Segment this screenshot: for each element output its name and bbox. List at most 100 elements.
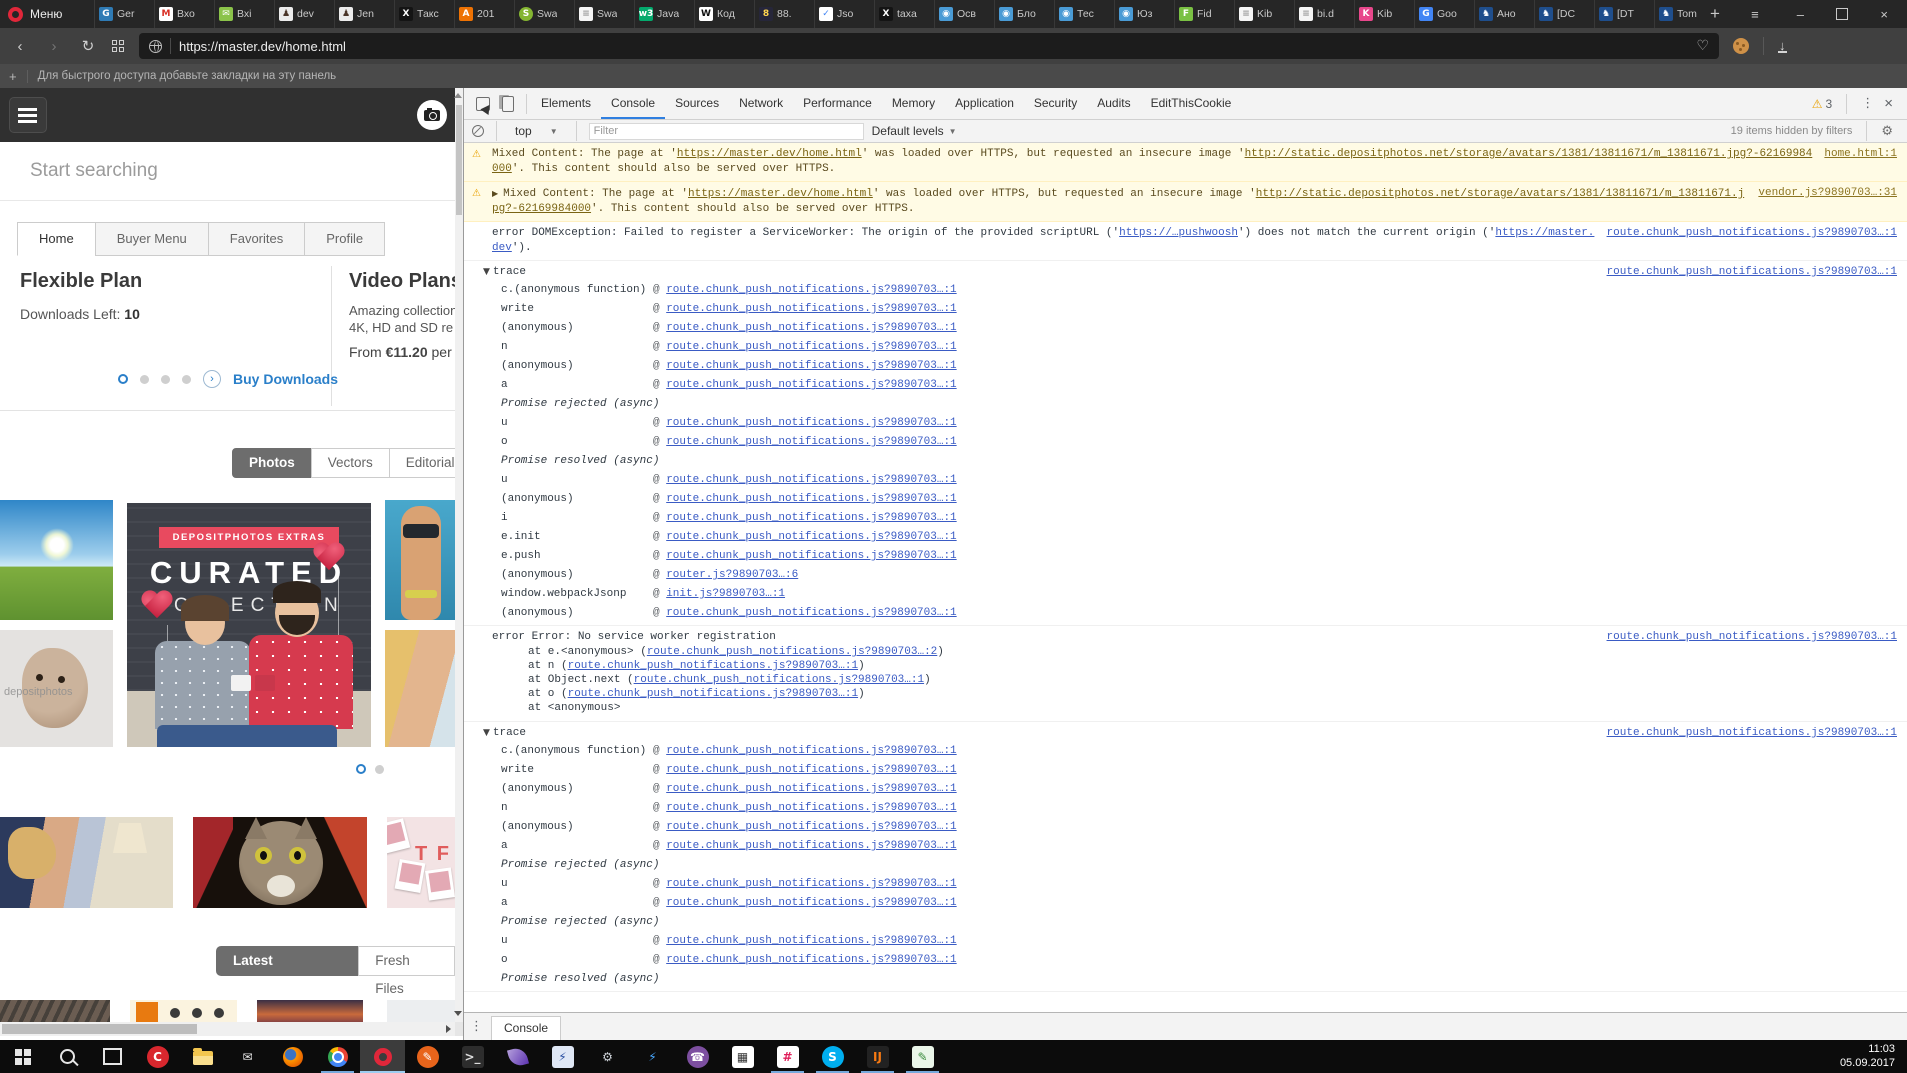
stack-frame-link[interactable]: route.chunk_push_notifications.js?989070… — [666, 303, 956, 315]
speed-dial-icon[interactable] — [112, 39, 125, 53]
site-logo[interactable] — [417, 100, 447, 130]
expand-caret-icon[interactable]: ▶ — [492, 189, 498, 198]
stack-frame-link[interactable]: route.chunk_push_notifications.js?989070… — [666, 878, 956, 890]
source-location-link[interactable]: route.chunk_push_notifications.js?989070… — [1607, 630, 1897, 645]
devtools-tab-elements[interactable]: Elements — [531, 88, 601, 119]
site-security-icon[interactable] — [149, 39, 162, 53]
collapse-caret-icon[interactable]: ▼ — [483, 728, 490, 738]
taskbar-clock[interactable]: 11:03 05.09.2017 — [1840, 1040, 1907, 1073]
scroll-down-arrow[interactable] — [454, 1011, 462, 1016]
browser-tab[interactable]: G Goo — [1415, 0, 1475, 28]
carousel-dot[interactable] — [118, 374, 128, 384]
browser-tab[interactable]: M Вхо — [155, 0, 215, 28]
window-close-button[interactable]: × — [1874, 7, 1894, 22]
photo-thumbnail-landscape[interactable] — [0, 500, 113, 620]
maximize-button[interactable] — [1836, 8, 1849, 20]
carousel-dot[interactable] — [356, 764, 366, 774]
browser-menu-button[interactable]: Меню — [0, 0, 95, 28]
taskbar-wheel-app[interactable]: ⚙ — [585, 1040, 630, 1073]
scroll-right-arrow[interactable] — [446, 1025, 451, 1033]
taskbar-mail[interactable]: ✉ — [225, 1040, 270, 1073]
stack-frame-link[interactable]: route.chunk_push_notifications.js?989070… — [666, 284, 956, 296]
taskbar-orange-paint-app[interactable]: ✎ — [405, 1040, 450, 1073]
page-tab-buyer-menu[interactable]: Buyer Menu — [94, 222, 209, 256]
taskbar-explorer[interactable] — [180, 1040, 225, 1073]
carousel-next-icon[interactable]: › — [203, 370, 221, 388]
log-levels-selector[interactable]: Default levels ▼ — [872, 124, 957, 138]
stack-frame-link[interactable]: route.chunk_push_notifications.js?989070… — [666, 512, 956, 524]
stack-frame-link[interactable]: route.chunk_push_notifications.js?989070… — [666, 493, 956, 505]
taskbar-firefox[interactable] — [270, 1040, 315, 1073]
stack-frame-link[interactable]: route.chunk_push_notifications.js?989070… — [666, 607, 956, 619]
tab-menu-icon[interactable]: ≡ — [1745, 7, 1765, 22]
stack-frame-link[interactable]: route.chunk_push_notifications.js?989070… — [666, 550, 956, 562]
taskbar-skype[interactable]: S — [810, 1040, 855, 1073]
source-location-link[interactable]: home.html:1 — [1824, 147, 1897, 162]
cookie-extension-icon[interactable] — [1733, 38, 1749, 54]
photo-thumbnail-collage[interactable]: T F — [387, 817, 455, 908]
stack-frame-link[interactable]: route.chunk_push_notifications.js?989070… — [666, 764, 956, 776]
taskbar-setup-app[interactable]: ⚡ — [540, 1040, 585, 1073]
browser-tab[interactable]: ◉ Юз — [1115, 0, 1175, 28]
drawer-tab-console[interactable]: Console — [491, 1016, 562, 1040]
taskbar-command-prompt[interactable]: >_ — [450, 1040, 495, 1073]
photo-thumbnail-model[interactable] — [0, 817, 173, 908]
stack-frame-link[interactable]: route.chunk_push_notifications.js?989070… — [568, 660, 858, 672]
stack-frame-link[interactable]: route.chunk_push_notifications.js?989070… — [666, 954, 956, 966]
console-filter-input[interactable] — [588, 122, 864, 140]
horizontal-scroll-thumb[interactable] — [2, 1024, 197, 1034]
stack-frame-link[interactable]: route.chunk_push_notifications.js?989070… — [666, 840, 956, 852]
media-tab-editorial[interactable]: Editorial — [388, 448, 455, 478]
clear-console-icon[interactable] — [472, 125, 484, 137]
carousel-dot[interactable] — [182, 374, 191, 384]
buy-downloads-link[interactable]: Buy Downloads — [233, 371, 338, 387]
forward-button[interactable]: › — [44, 38, 64, 55]
carousel-dot[interactable] — [161, 374, 170, 384]
taskbar-slack[interactable]: # — [765, 1040, 810, 1073]
devtools-tab-sources[interactable]: Sources — [665, 88, 729, 119]
collections-tab-latest-collections[interactable]: Latest Collections — [216, 946, 360, 996]
devtools-tab-application[interactable]: Application — [945, 88, 1024, 119]
browser-tab[interactable]: w3 Java — [635, 0, 695, 28]
drawer-menu-icon[interactable]: ⋮ — [470, 1019, 483, 1034]
browser-tab[interactable]: ◉ Осв — [935, 0, 995, 28]
browser-tab[interactable]: Xtaxa — [875, 0, 935, 28]
browser-tab[interactable]: ◉ Тес — [1055, 0, 1115, 28]
devtools-tab-memory[interactable]: Memory — [882, 88, 945, 119]
taskbar-search[interactable] — [45, 1040, 90, 1073]
page-horizontal-scrollbar[interactable] — [0, 1022, 455, 1036]
page-tab-favorites[interactable]: Favorites — [207, 222, 306, 256]
console-settings-gear-icon[interactable]: ⚙ — [1881, 124, 1893, 139]
stack-frame-link[interactable]: route.chunk_push_notifications.js?989070… — [666, 474, 956, 486]
scroll-up-arrow[interactable] — [454, 93, 462, 98]
collections-tab-fresh-files[interactable]: Fresh Files — [358, 946, 455, 996]
stack-frame-link[interactable]: route.chunk_push_notifications.js?989070… — [666, 783, 956, 795]
browser-tab[interactable]: G Ger — [95, 0, 155, 28]
photo-thumbnail-meme[interactable]: depositphotos — [0, 630, 113, 747]
stack-frame-link[interactable]: route.chunk_push_notifications.js?989070… — [634, 674, 924, 686]
stack-frame-link[interactable]: route.chunk_push_notifications.js?989070… — [666, 802, 956, 814]
stack-frame-link[interactable]: route.chunk_push_notifications.js?989070… — [666, 417, 956, 429]
taskbar-ccleaner[interactable]: C — [135, 1040, 180, 1073]
taskbar-notes-app[interactable]: ✎ — [900, 1040, 945, 1073]
taskbar-start[interactable] — [0, 1040, 45, 1073]
browser-tab[interactable]: ♞ [DT — [1595, 0, 1655, 28]
browser-tab[interactable]: W Код — [695, 0, 755, 28]
browser-tab[interactable]: ♟ dev — [275, 0, 335, 28]
browser-tab[interactable]: ≡ Kib — [1235, 0, 1295, 28]
browser-tab[interactable]: ♟ Jen — [335, 0, 395, 28]
stack-frame-link[interactable]: route.chunk_push_notifications.js?989070… — [666, 379, 956, 391]
media-tab-vectors[interactable]: Vectors — [310, 448, 390, 478]
photo-thumbnail-bikini[interactable] — [385, 500, 455, 620]
new-tab-button[interactable]: + — [1698, 0, 1732, 28]
execution-context-selector[interactable]: top ▼ — [509, 124, 564, 138]
search-input[interactable] — [0, 142, 455, 200]
devtools-close-icon[interactable]: × — [1884, 95, 1893, 112]
stack-frame-link[interactable]: route.chunk_push_notifications.js?989070… — [666, 935, 956, 947]
browser-tab[interactable]: ♞ Tom — [1655, 0, 1698, 28]
page-tab-profile[interactable]: Profile — [304, 222, 386, 256]
browser-tab[interactable]: S Swa — [515, 0, 575, 28]
collapse-caret-icon[interactable]: ▼ — [483, 267, 490, 277]
stack-frame-link[interactable]: route.chunk_push_notifications.js?989070… — [666, 436, 956, 448]
add-bookmark-icon[interactable]: + — [9, 69, 17, 84]
